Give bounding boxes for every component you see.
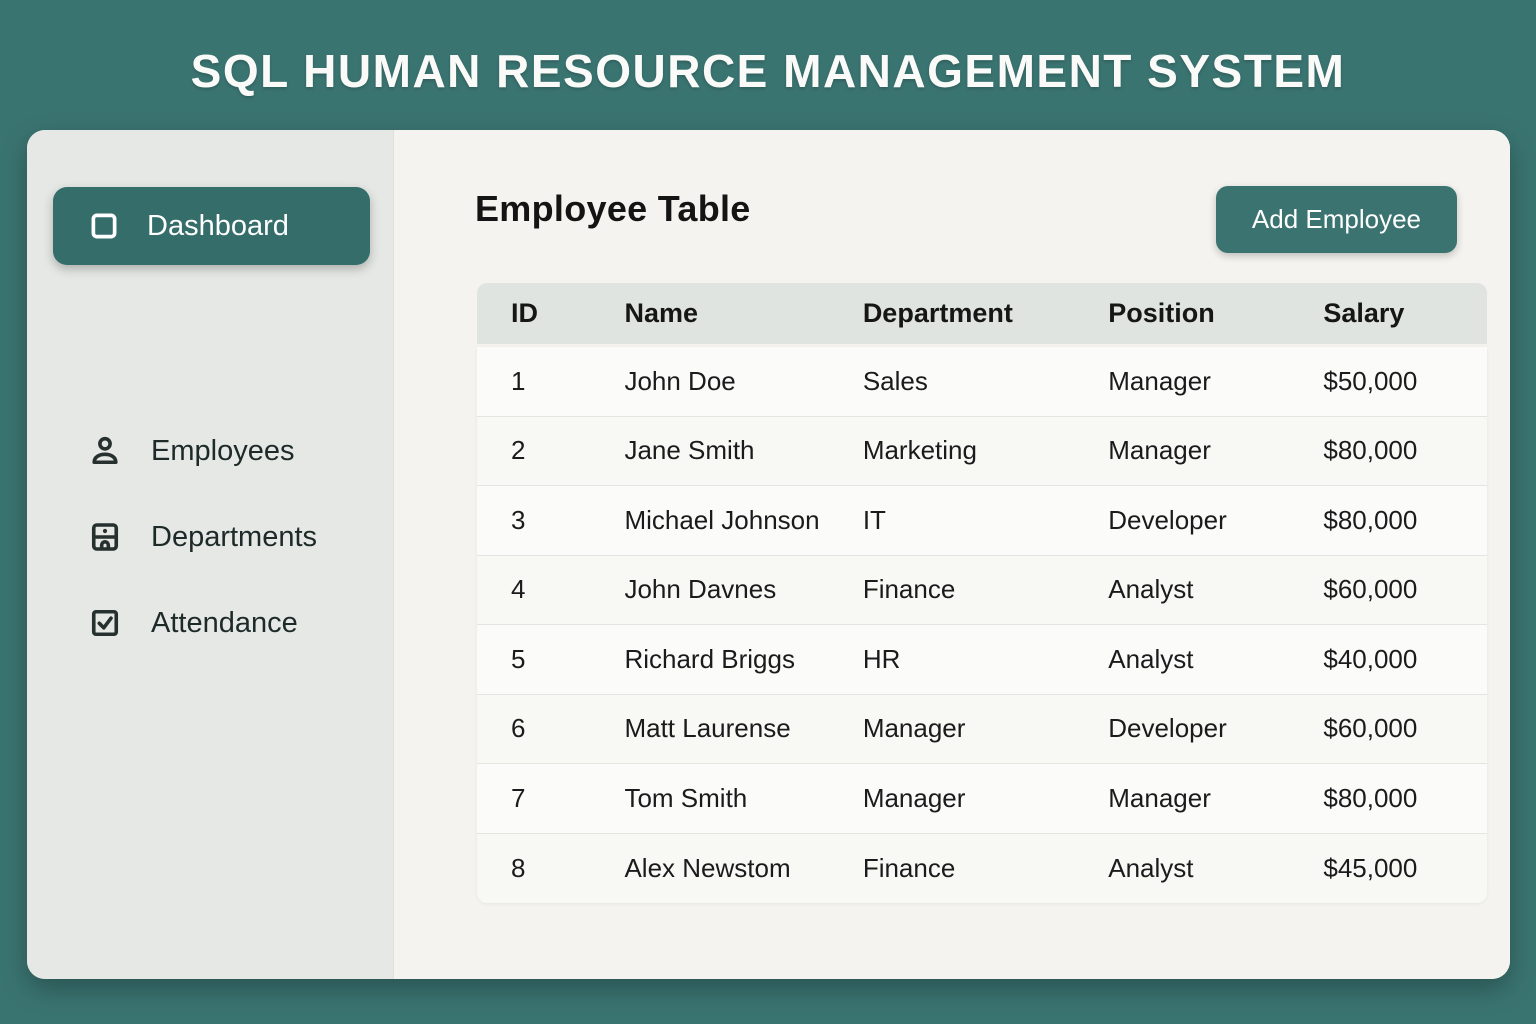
sidebar-item-employees[interactable]: Employees	[87, 427, 294, 475]
column-header-name: Name	[624, 298, 698, 328]
table-row: 2 Jane Smith Marketing Manager $80,000	[477, 416, 1487, 486]
cell-id: 6	[511, 713, 526, 744]
cell-department: Marketing	[862, 435, 977, 466]
cell-name: Jane Smith	[624, 435, 755, 466]
page-title: Employee Table	[475, 188, 751, 229]
cell-name: Richard Briggs	[624, 643, 795, 674]
cell-position: Analyst	[1108, 574, 1194, 605]
dashboard-square-icon	[87, 209, 121, 243]
cell-id: 5	[511, 643, 526, 674]
sidebar-item-attendance[interactable]: Attendance	[87, 599, 298, 647]
cell-salary: $80,000	[1323, 782, 1418, 813]
table-row: 4 John Davnes Finance Analyst $60,000	[477, 555, 1487, 625]
cell-department: Sales	[862, 365, 928, 396]
sidebar-item-label: Attendance	[151, 606, 298, 639]
cell-department: Manager	[862, 782, 966, 813]
cell-salary: $40,000	[1323, 643, 1418, 674]
cell-salary: $45,000	[1323, 852, 1418, 883]
cell-department: IT	[862, 504, 886, 535]
table-row: 7 Tom Smith Manager Manager $80,000	[477, 764, 1487, 834]
cell-position: Analyst	[1108, 643, 1194, 674]
column-header-department: Department	[862, 298, 1013, 328]
cell-position: Manager	[1108, 365, 1211, 396]
cell-position: Analyst	[1108, 852, 1194, 883]
sidebar-item-label: Dashboard	[147, 209, 289, 242]
main-content: Employee Table Add Employee ID Name Depa…	[395, 130, 1510, 979]
sidebar-item-label: Employees	[151, 434, 295, 467]
cell-position: Manager	[1108, 782, 1211, 813]
cell-id: 1	[511, 365, 526, 396]
column-header-salary: Salary	[1323, 298, 1405, 328]
cell-name: Alex Newstom	[624, 852, 791, 883]
cell-position: Developer	[1108, 713, 1227, 744]
checkbox-checked-icon	[87, 605, 123, 641]
cell-name: Tom Smith	[624, 782, 748, 813]
cell-salary: $60,000	[1323, 574, 1418, 605]
cell-name: John Davnes	[624, 574, 777, 605]
app-card: Dashboard Employees Departments Attendan…	[27, 130, 1510, 979]
sidebar-item-label: Departments	[151, 520, 318, 553]
cell-name: John Doe	[624, 365, 736, 396]
table-row: 6 Matt Laurense Manager Developer $60,00…	[477, 694, 1487, 764]
table-body: 1 John Doe Sales Manager $50,000 2 Jane …	[477, 347, 1487, 903]
table-header-row: ID Name Department Position Salary	[477, 283, 1487, 344]
cell-department: HR	[862, 643, 901, 674]
add-employee-button[interactable]: Add Employee	[1215, 186, 1457, 253]
cell-id: 7	[511, 782, 526, 813]
table-row: 5 Richard Briggs HR Analyst $40,000	[477, 625, 1487, 695]
sidebar: Dashboard Employees Departments Attendan…	[27, 130, 394, 979]
cell-id: 8	[511, 852, 526, 883]
cell-name: Matt Laurense	[624, 713, 791, 744]
cell-salary: $50,000	[1323, 365, 1418, 396]
cell-position: Manager	[1108, 435, 1211, 466]
cell-department: Manager	[862, 713, 966, 744]
sidebar-item-dashboard[interactable]: Dashboard	[53, 187, 370, 265]
cell-department: Finance	[862, 852, 956, 883]
cell-salary: $80,000	[1323, 435, 1418, 466]
table-row: 3 Michael Johnson IT Developer $80,000	[477, 486, 1487, 556]
person-icon	[87, 433, 123, 469]
cell-department: Finance	[862, 574, 956, 605]
cell-id: 3	[511, 504, 526, 535]
department-cabinet-icon	[87, 519, 123, 555]
cell-salary: $60,000	[1323, 713, 1418, 744]
column-header-position: Position	[1108, 298, 1215, 328]
app-title: SQL HUMAN RESOURCE MANAGEMENT SYSTEM	[190, 45, 1346, 97]
cell-id: 2	[511, 435, 526, 466]
table-row: 8 Alex Newstom Finance Analyst $45,000	[477, 833, 1487, 903]
cell-id: 4	[511, 574, 526, 605]
table-row: 1 John Doe Sales Manager $50,000	[477, 347, 1487, 417]
cell-name: Michael Johnson	[624, 504, 820, 535]
column-header-id: ID	[511, 298, 538, 328]
cell-position: Developer	[1108, 504, 1227, 535]
sidebar-item-departments[interactable]: Departments	[87, 513, 317, 561]
cell-salary: $80,000	[1323, 504, 1418, 535]
employee-table: ID Name Department Position Salary 1 Joh…	[477, 283, 1487, 903]
